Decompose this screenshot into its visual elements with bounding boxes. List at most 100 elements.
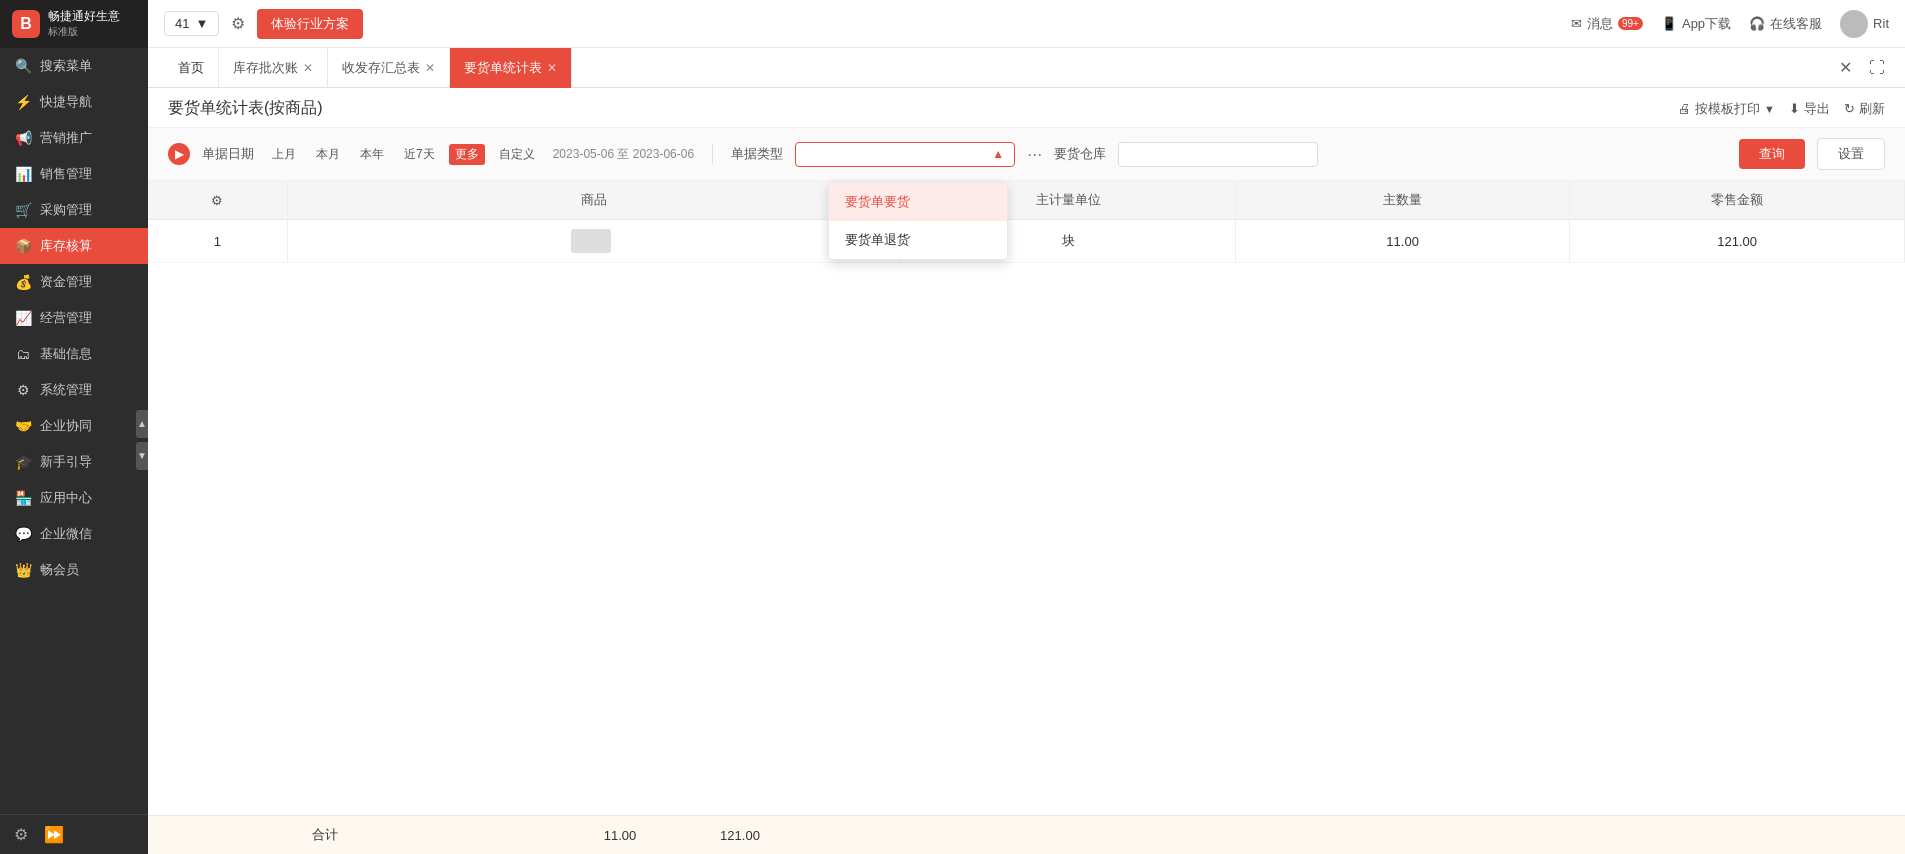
date-btn-7days[interactable]: 近7天 <box>398 144 441 165</box>
tab-expand-btn[interactable]: ⛶ <box>1865 56 1889 80</box>
sidebar-label-appstore: 应用中心 <box>40 489 92 507</box>
sidebar-label-shortcut: 快捷导航 <box>40 93 92 111</box>
header-settings-icon[interactable]: ⚙ <box>231 14 245 33</box>
th-amount: 零售金额 <box>1570 181 1905 220</box>
query-btn[interactable]: 查询 <box>1739 139 1805 169</box>
tab-close-receivables[interactable]: ✕ <box>425 61 435 75</box>
refresh-icon: ↻ <box>1844 101 1855 116</box>
footer-qty: 11.00 <box>560 828 680 843</box>
date-btn-this-month[interactable]: 本月 <box>310 144 346 165</box>
sidebar-item-purchase[interactable]: 🛒采购管理 <box>0 192 148 228</box>
tab-label-order_stats: 要货单统计表 <box>464 59 542 77</box>
company-name: 41 <box>175 16 189 31</box>
sidebar-icon-shortcut: ⚡ <box>14 93 32 111</box>
filter-more-btn[interactable]: ··· <box>1027 144 1042 165</box>
sidebar-label-finance: 资金管理 <box>40 273 92 291</box>
sidebar-item-appstore[interactable]: 🏪 应用中心 <box>0 480 148 516</box>
footer-label: 合计 <box>210 826 440 844</box>
th-gear: ⚙ <box>148 181 287 220</box>
sidebar-scroll-up[interactable]: ▲ <box>136 410 148 438</box>
collapse-icon[interactable]: ⏩ <box>44 825 64 844</box>
table-footer: 合计 11.00 121.00 <box>148 815 1905 854</box>
sidebar-scroll-down[interactable]: ▼ <box>136 442 148 470</box>
sidebar-item-sales[interactable]: 📊销售管理 <box>0 156 148 192</box>
th-qty: 主数量 <box>1235 181 1570 220</box>
sidebar-icon-inventory: 📦 <box>14 237 32 255</box>
sidebar-icon-appstore: 🏪 <box>14 489 32 507</box>
tab-bar-right: ✕ ⛶ <box>1833 56 1889 80</box>
dropdown-item-order-return[interactable]: 要货单退货 <box>829 221 1007 259</box>
dropdown-item-order-goods[interactable]: 要货单要货 <box>829 183 1007 221</box>
type-label: 单据类型 <box>731 145 783 163</box>
sidebar-bottom: ⚙ ⏩ <box>0 814 148 854</box>
sidebar-icon-newbie: 🎓 <box>14 453 32 471</box>
tab-receivables[interactable]: 收发存汇总表 ✕ <box>328 48 450 88</box>
refresh-btn[interactable]: ↻ 刷新 <box>1844 100 1885 118</box>
sidebar-item-member[interactable]: 👑 畅会员 <box>0 552 148 588</box>
cell-amount: 121.00 <box>1570 220 1905 263</box>
tab-label-inventory_batch: 库存批次账 <box>233 59 298 77</box>
service-icon: 🎧 <box>1749 16 1765 31</box>
tab-close-inventory_batch[interactable]: ✕ <box>303 61 313 75</box>
th-product: 商品 <box>287 181 900 220</box>
sidebar-item-wechat[interactable]: 💬企业微信 <box>0 516 148 552</box>
sidebar-item-system[interactable]: ⚙系统管理 <box>0 372 148 408</box>
trial-btn[interactable]: 体验行业方案 <box>257 9 363 39</box>
tab-bar: 首页库存批次账 ✕收发存汇总表 ✕要货单统计表 ✕ ✕ ⛶ <box>148 48 1905 88</box>
sidebar-label-wechat: 企业微信 <box>40 525 92 543</box>
sidebar-item-basic[interactable]: 🗂基础信息 <box>0 336 148 372</box>
sidebar-label-inventory: 库存核算 <box>40 237 92 255</box>
export-icon: ⬇ <box>1789 101 1800 116</box>
message-icon: ✉ <box>1571 16 1582 31</box>
print-icon: 🖨 <box>1678 101 1691 116</box>
print-btn[interactable]: 🖨 按模板打印 ▼ <box>1678 100 1775 118</box>
sidebar-item-shortcut[interactable]: ⚡ 快捷导航 <box>0 84 148 120</box>
date-btn-this-year[interactable]: 本年 <box>354 144 390 165</box>
sidebar-icon-member: 👑 <box>14 561 32 579</box>
sidebar-item-newbie[interactable]: 🎓新手引导 <box>0 444 148 480</box>
sidebar-label-sales: 销售管理 <box>40 165 92 183</box>
messages-btn[interactable]: ✉ 消息 99+ <box>1571 15 1643 33</box>
sidebar-item-enterprise[interactable]: 🤝企业协同 <box>0 408 148 444</box>
date-btn-more[interactable]: 更多 <box>449 144 485 165</box>
type-dropdown: 要货单要货 要货单退货 <box>828 182 1008 260</box>
tab-home[interactable]: 首页 <box>164 48 219 88</box>
settings-icon[interactable]: ⚙ <box>14 825 28 844</box>
top-header: 41 ▼ ⚙ 体验行业方案 ✉ 消息 99+ 📱 App下载 🎧 在线客服 R <box>148 0 1905 48</box>
user-avatar[interactable]: Rit <box>1840 10 1889 38</box>
sidebar-item-operation[interactable]: 📈经营管理 <box>0 300 148 336</box>
sidebar-icon-system: ⚙ <box>14 381 32 399</box>
header-left: 41 ▼ ⚙ 体验行业方案 <box>164 9 363 39</box>
logo-sub: 标准版 <box>48 25 120 39</box>
sidebar-label-member: 畅会员 <box>40 561 79 579</box>
table-header-row: ⚙ 商品 主计量单位 主数量 零售金额 <box>148 181 1905 220</box>
cell-index: 1 <box>148 220 287 263</box>
sidebar-item-search[interactable]: 🔍搜索菜单 <box>0 48 148 84</box>
type-select-input[interactable] <box>806 147 992 162</box>
warehouse-label: 要货仓库 <box>1054 145 1106 163</box>
warehouse-input[interactable] <box>1118 142 1318 167</box>
date-btn-prev-month[interactable]: 上月 <box>266 144 302 165</box>
type-select-arrow[interactable]: ▲ <box>992 147 1004 161</box>
filter-expand-btn[interactable]: ▶ <box>168 143 190 165</box>
tab-order_stats[interactable]: 要货单统计表 ✕ <box>450 48 572 88</box>
date-label: 单据日期 <box>202 145 254 163</box>
date-btn-custom[interactable]: 自定义 <box>493 144 541 165</box>
company-selector[interactable]: 41 ▼ <box>164 11 219 36</box>
sidebar-item-inventory[interactable]: 📦 库存核算 <box>0 228 148 264</box>
tab-close-btn[interactable]: ✕ <box>1833 56 1857 80</box>
sidebar-item-marketing[interactable]: 📢营销推广 <box>0 120 148 156</box>
col-gear-icon[interactable]: ⚙ <box>211 193 223 208</box>
sidebar-label-search: 搜索菜单 <box>40 57 92 75</box>
app-download-btn[interactable]: 📱 App下载 <box>1661 15 1731 33</box>
settings-filter-btn[interactable]: 设置 <box>1817 138 1885 170</box>
online-service-btn[interactable]: 🎧 在线客服 <box>1749 15 1822 33</box>
sidebar-label-operation: 经营管理 <box>40 309 92 327</box>
sidebar-logo: B 畅捷通好生意 标准版 <box>0 0 148 48</box>
tab-close-order_stats[interactable]: ✕ <box>547 61 557 75</box>
sidebar-label-marketing: 营销推广 <box>40 129 92 147</box>
sidebar-item-finance[interactable]: 💰 资金管理 <box>0 264 148 300</box>
export-btn[interactable]: ⬇ 导出 <box>1789 100 1830 118</box>
sidebar-icon-finance: 💰 <box>14 273 32 291</box>
tab-inventory_batch[interactable]: 库存批次账 ✕ <box>219 48 328 88</box>
